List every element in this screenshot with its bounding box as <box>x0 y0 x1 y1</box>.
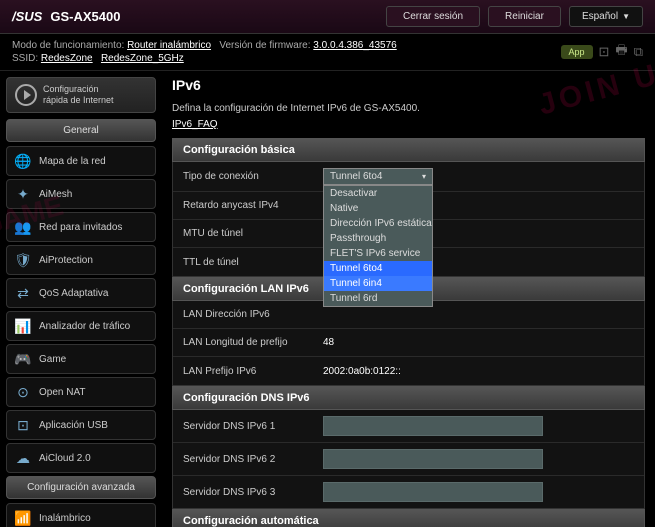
anycast-label: Retardo anycast IPv4 <box>183 200 323 211</box>
dns1-label: Servidor DNS IPv6 1 <box>183 421 323 432</box>
dns3-label: Servidor DNS IPv6 3 <box>183 487 323 498</box>
nav-item[interactable]: 🎮 Game <box>6 344 156 374</box>
dns3-input[interactable] <box>323 482 543 502</box>
lan-prefix-len-label: LAN Longitud de prefijo <box>183 337 323 348</box>
nav-label: Aplicación USB <box>39 420 108 431</box>
nav-icon: 🎮 <box>14 350 32 368</box>
nav-item[interactable]: ☁ AiCloud 2.0 <box>6 443 156 473</box>
language-selector[interactable]: Español ▼ <box>569 6 643 27</box>
lan-addr-label: LAN Dirección IPv6 <box>183 309 323 320</box>
nav-label: AiProtection <box>39 255 93 266</box>
section-general-header: General <box>6 119 156 142</box>
dns2-label: Servidor DNS IPv6 2 <box>183 454 323 465</box>
logout-button[interactable]: Cerrar sesión <box>386 6 480 27</box>
nav-label: Open NAT <box>39 387 86 398</box>
nav-label: Analizador de tráfico <box>39 321 130 332</box>
brand-logo: /SUS <box>12 9 42 24</box>
reboot-button[interactable]: Reiniciar <box>488 6 561 27</box>
lan-prefix-len-value: 48 <box>323 337 634 348</box>
nav-item[interactable]: ⊙ Open NAT <box>6 377 156 407</box>
nav-item[interactable]: 📊 Analizador de tráfico <box>6 311 156 341</box>
header: /SUS GS-AX5400 Cerrar sesión Reiniciar E… <box>0 0 655 34</box>
nav-item[interactable]: ⊡ Aplicación USB <box>6 410 156 440</box>
dns2-input[interactable] <box>323 449 543 469</box>
ssid-2[interactable]: RedesZone_5GHz <box>101 53 184 64</box>
nav-icon: 🌐 <box>14 152 32 170</box>
dropdown-option[interactable]: Dirección IPv6 estática <box>324 216 432 231</box>
quick-setup-button[interactable]: Configuración rápida de Internet <box>6 77 156 113</box>
page-description: Defina la configuración de Internet IPv6… <box>172 103 645 114</box>
sidebar: Configuración rápida de Internet General… <box>0 71 162 527</box>
section-auto-header: Configuración automática <box>172 509 645 527</box>
section-dns-header: Configuración DNS IPv6 <box>172 386 645 410</box>
nav-item[interactable]: 🛡 AiProtection <box>6 245 156 275</box>
dns1-input[interactable] <box>323 416 543 436</box>
nav-label: AiCloud 2.0 <box>39 453 91 464</box>
dropdown-option[interactable]: Native <box>324 201 432 216</box>
conn-type-select[interactable]: Tunnel 6to4 ▾ <box>323 168 433 185</box>
mode-link[interactable]: Router inalámbrico <box>127 40 211 51</box>
chevron-down-icon: ▾ <box>422 172 426 181</box>
firmware-label: Versión de firmware: <box>219 40 310 51</box>
subheader: Modo de funcionamiento: Router inalámbri… <box>0 34 655 71</box>
nav-label: Mapa de la red <box>39 156 106 167</box>
dropdown-option[interactable]: Passthrough <box>324 231 432 246</box>
section-advanced-header: Configuración avanzada <box>6 476 156 499</box>
lan-prefix-label: LAN Prefijo IPv6 <box>183 366 323 377</box>
nav-icon: 📶 <box>14 509 32 527</box>
dropdown-option[interactable]: Tunnel 6in4 <box>324 276 432 291</box>
play-icon <box>15 84 37 106</box>
quick-setup-line1: Configuración <box>43 84 114 95</box>
usb-icon[interactable]: ⊡ <box>599 44 610 60</box>
nav-item[interactable]: ✦ AiMesh <box>6 179 156 209</box>
faq-link[interactable]: IPv6_FAQ <box>172 119 218 130</box>
ssid-label: SSID: <box>12 53 38 64</box>
nav-icon: ⇄ <box>14 284 32 302</box>
nav-label: AiMesh <box>39 189 72 200</box>
nav-icon: ⊡ <box>14 416 32 434</box>
dropdown-option[interactable]: FLET'S IPv6 service <box>324 246 432 261</box>
nav-label: Red para invitados <box>39 222 122 233</box>
nav-item[interactable]: ⇄ QoS Adaptativa <box>6 278 156 308</box>
app-badge[interactable]: App <box>561 45 593 59</box>
language-label: Español <box>582 11 618 22</box>
nav-icon: ☁ <box>14 449 32 467</box>
printer-icon[interactable]: 🖶 <box>615 41 627 63</box>
devices-icon[interactable]: ⧉ <box>634 44 643 60</box>
quick-setup-line2: rápida de Internet <box>43 95 114 106</box>
ssid-1[interactable]: RedesZone <box>41 53 93 64</box>
section-basic-header: Configuración básica <box>172 138 645 162</box>
nav-item[interactable]: 👥 Red para invitados <box>6 212 156 242</box>
nav-icon: ⊙ <box>14 383 32 401</box>
nav-item[interactable]: 📶 Inalámbrico <box>6 503 156 527</box>
content-area: IPv6 Defina la configuración de Internet… <box>162 71 655 527</box>
nav-label: Game <box>39 354 66 365</box>
chevron-down-icon: ▼ <box>622 12 630 21</box>
dropdown-option[interactable]: Tunnel 6rd <box>324 291 432 306</box>
mtu-label: MTU de túnel <box>183 228 323 239</box>
conn-type-value: Tunnel 6to4 <box>330 171 382 182</box>
dropdown-option[interactable]: Desactivar <box>324 186 432 201</box>
conn-type-dropdown: DesactivarNativeDirección IPv6 estáticaP… <box>323 185 433 307</box>
nav-label: Inalámbrico <box>39 513 91 524</box>
nav-icon: ✦ <box>14 185 32 203</box>
conn-type-label: Tipo de conexión <box>183 171 323 182</box>
nav-label: QoS Adaptativa <box>39 288 109 299</box>
mode-label: Modo de funcionamiento: <box>12 40 124 51</box>
firmware-link[interactable]: 3.0.0.4.386_43576 <box>313 40 396 51</box>
nav-icon: 👥 <box>14 218 32 236</box>
model-name: GS-AX5400 <box>50 9 120 24</box>
nav-icon: 📊 <box>14 317 32 335</box>
page-title: IPv6 <box>172 77 645 93</box>
nav-item[interactable]: 🌐 Mapa de la red <box>6 146 156 176</box>
ttl-label: TTL de túnel <box>183 257 323 268</box>
lan-prefix-value: 2002:0a0b:0122:: <box>323 366 634 377</box>
dropdown-option[interactable]: Tunnel 6to4 <box>324 261 432 276</box>
nav-icon: 🛡 <box>14 251 32 269</box>
